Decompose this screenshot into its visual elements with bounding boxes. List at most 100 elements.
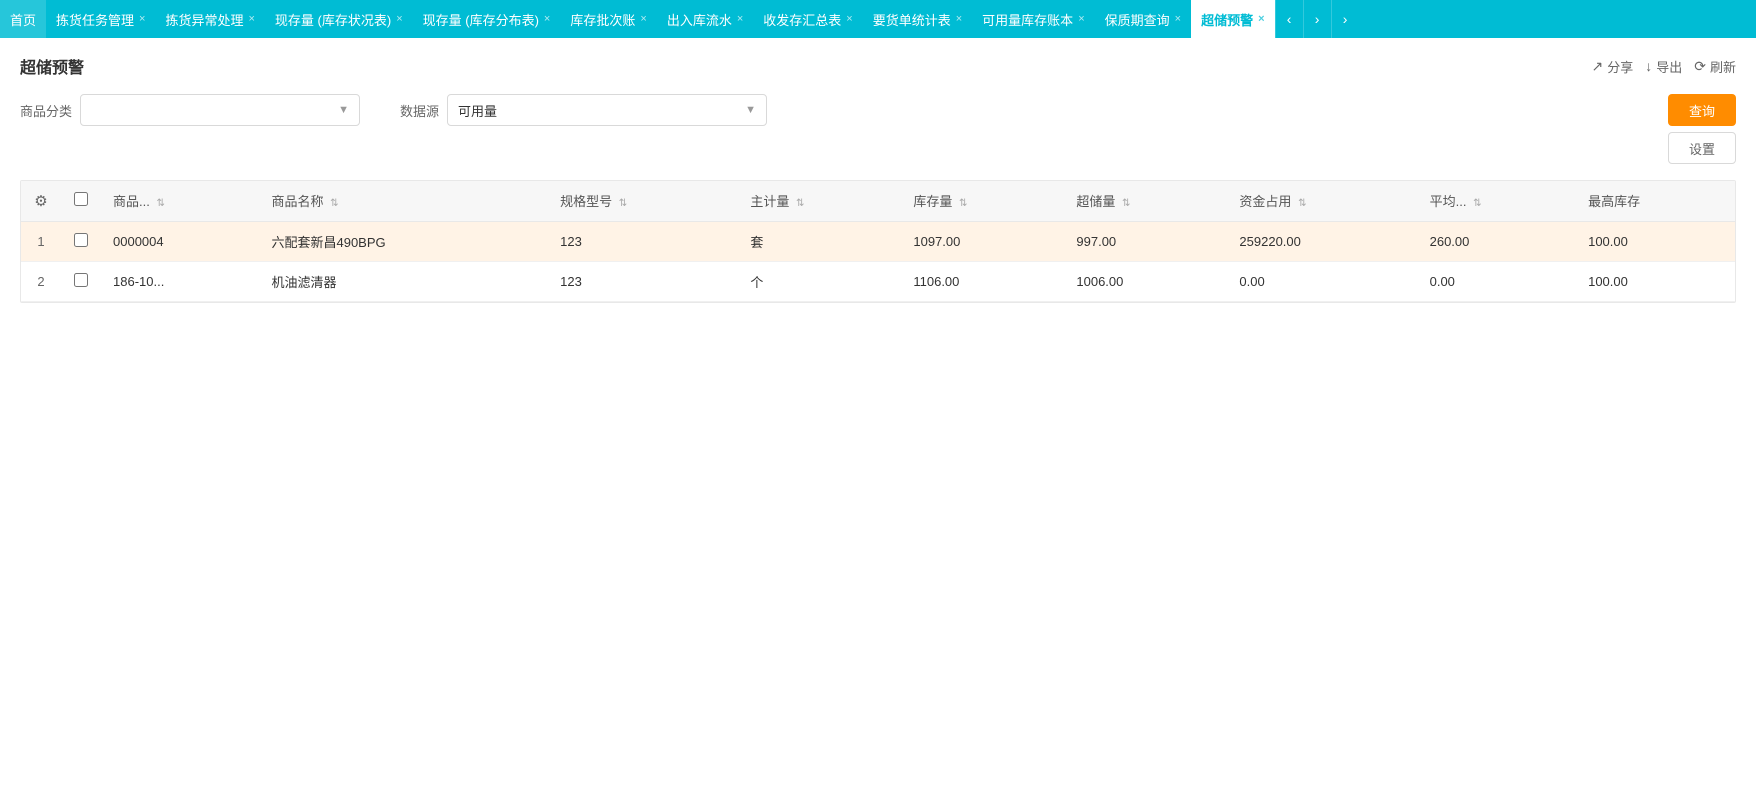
row-checkbox-cell-0 (61, 221, 101, 261)
row-num-0: 1 (21, 221, 61, 261)
row-product-name-1: 机油滤清器 (259, 261, 548, 301)
col-product-code[interactable]: 商品... ⇅ (101, 181, 259, 221)
nav-home[interactable]: 首页 (0, 0, 46, 38)
nav-summary[interactable]: 收发存汇总表 × (753, 0, 862, 38)
row-avg-1: 0.00 (1418, 261, 1576, 301)
nav-stock-status-close[interactable]: × (396, 13, 402, 25)
nav-overstock[interactable]: 超储预警 × (1191, 0, 1274, 38)
nav-summary-close[interactable]: × (846, 13, 852, 25)
row-overstock-1: 1006.00 (1064, 261, 1227, 301)
page-content: 超储预警 ↗ 分享 ↓ 导出 ⟳ 刷新 商品分类 (0, 38, 1756, 800)
row-max-stock-1: 100.00 (1576, 261, 1735, 301)
col-stock[interactable]: 库存量 ⇅ (901, 181, 1064, 221)
nav-order-stats-close[interactable]: × (956, 13, 962, 25)
col-unit[interactable]: 主计量 ⇅ (738, 181, 901, 221)
header-actions: ↗ 分享 ↓ 导出 ⟳ 刷新 (1591, 57, 1736, 76)
nav-overstock-close[interactable]: × (1258, 13, 1264, 25)
nav-stock-status-label: 现存量 (库存状况表) (275, 10, 391, 29)
col-overstock-label: 超储量 (1076, 194, 1115, 209)
row-stock-1: 1106.00 (901, 261, 1064, 301)
nav-home-label: 首页 (10, 10, 36, 29)
nav-stock-dist-close[interactable]: × (544, 13, 550, 25)
settings-gear-icon[interactable]: ⚙ (34, 193, 47, 210)
category-select[interactable]: ▼ (80, 94, 360, 126)
select-all-checkbox[interactable] (74, 192, 88, 206)
nav-arrow-more[interactable]: › (1331, 0, 1359, 38)
refresh-icon: ⟳ (1694, 58, 1706, 75)
row-spec-1: 123 (548, 261, 738, 301)
row-overstock-0: 997.00 (1064, 221, 1227, 261)
export-label: 导出 (1656, 57, 1682, 76)
top-navigation: 首页 拣货任务管理 × 拣货异常处理 × 现存量 (库存状况表) × 现存量 (… (0, 0, 1756, 38)
row-num-1: 2 (21, 261, 61, 301)
col-overstock[interactable]: 超储量 ⇅ (1064, 181, 1227, 221)
nav-exception[interactable]: 拣货异常处理 × (155, 0, 264, 38)
row-product-name-0: 六配套新昌490BPG (259, 221, 548, 261)
nav-available-ledger[interactable]: 可用量库存账本 × (972, 0, 1094, 38)
col-capital[interactable]: 资金占用 ⇅ (1227, 181, 1417, 221)
nav-expiry-label: 保质期查询 (1105, 10, 1170, 29)
row-product-code-0: 0000004 (101, 221, 259, 261)
row-checkbox-0[interactable] (74, 233, 88, 247)
datasource-select[interactable]: 可用量 ▼ (447, 94, 767, 126)
col-avg[interactable]: 平均... ⇅ (1418, 181, 1576, 221)
col-product-code-label: 商品... (113, 194, 150, 209)
datasource-label: 数据源 (400, 101, 439, 120)
nav-order-stats[interactable]: 要货单统计表 × (863, 0, 972, 38)
nav-batch-ledger[interactable]: 库存批次账 × (560, 0, 656, 38)
datasource-value: 可用量 (458, 101, 497, 120)
category-label: 商品分类 (20, 101, 72, 120)
nav-available-ledger-label: 可用量库存账本 (982, 10, 1073, 29)
nav-arrow-right[interactable]: › (1303, 0, 1331, 38)
share-button[interactable]: ↗ 分享 (1591, 57, 1633, 76)
row-product-code-1: 186-10... (101, 261, 259, 301)
datasource-filter: 数据源 可用量 ▼ (400, 94, 767, 126)
col-max-stock-label: 最高库存 (1588, 194, 1640, 209)
refresh-label: 刷新 (1710, 57, 1736, 76)
sort-spec-icon: ⇅ (619, 198, 627, 209)
export-button[interactable]: ↓ 导出 (1645, 57, 1682, 76)
col-spec[interactable]: 规格型号 ⇅ (548, 181, 738, 221)
refresh-button[interactable]: ⟳ 刷新 (1694, 57, 1736, 76)
nav-inout-flow[interactable]: 出入库流水 × (657, 0, 753, 38)
col-product-name[interactable]: 商品名称 ⇅ (259, 181, 548, 221)
nav-task-mgmt[interactable]: 拣货任务管理 × (46, 0, 155, 38)
export-icon: ↓ (1645, 58, 1652, 74)
nav-summary-label: 收发存汇总表 (763, 10, 841, 29)
table-row: 2 186-10... 机油滤清器 123 个 1106.00 1006.00 … (21, 261, 1735, 301)
nav-batch-ledger-close[interactable]: × (640, 13, 646, 25)
nav-task-mgmt-label: 拣货任务管理 (56, 10, 134, 29)
nav-expiry[interactable]: 保质期查询 × (1095, 0, 1191, 38)
col-gear: ⚙ (21, 181, 61, 221)
col-checkbox-header (61, 181, 101, 221)
col-capital-label: 资金占用 (1239, 194, 1291, 209)
settings-button[interactable]: 设置 (1668, 132, 1736, 164)
sort-unit-icon: ⇅ (796, 198, 804, 209)
nav-available-ledger-close[interactable]: × (1078, 13, 1084, 25)
row-unit-1: 个 (738, 261, 901, 301)
category-chevron-icon: ▼ (338, 104, 349, 116)
nav-expiry-close[interactable]: × (1175, 13, 1181, 25)
col-product-name-label: 商品名称 (271, 194, 323, 209)
row-max-stock-0: 100.00 (1576, 221, 1735, 261)
sort-capital-icon: ⇅ (1298, 198, 1306, 209)
nav-stock-status[interactable]: 现存量 (库存状况表) × (265, 0, 413, 38)
col-spec-label: 规格型号 (560, 194, 612, 209)
nav-stock-dist[interactable]: 现存量 (库存分布表) × (413, 0, 561, 38)
query-button[interactable]: 查询 (1668, 94, 1736, 126)
filter-buttons: 查询 设置 (1668, 94, 1736, 164)
row-checkbox-1[interactable] (74, 273, 88, 287)
sort-stock-icon: ⇅ (959, 198, 967, 209)
nav-exception-close[interactable]: × (248, 13, 254, 25)
col-max-stock[interactable]: 最高库存 (1576, 181, 1735, 221)
data-table: ⚙ 商品... ⇅ 商品名称 ⇅ 规格型号 ⇅ (20, 180, 1736, 303)
nav-inout-flow-close[interactable]: × (737, 13, 743, 25)
col-unit-label: 主计量 (750, 194, 789, 209)
nav-task-mgmt-close[interactable]: × (139, 13, 145, 25)
nav-arrow-left[interactable]: ‹ (1275, 0, 1303, 38)
row-capital-0: 259220.00 (1227, 221, 1417, 261)
table-row: 1 0000004 六配套新昌490BPG 123 套 1097.00 997.… (21, 221, 1735, 261)
sort-overstock-icon: ⇅ (1122, 198, 1130, 209)
category-filter: 商品分类 ▼ (20, 94, 360, 126)
page-header: 超储预警 ↗ 分享 ↓ 导出 ⟳ 刷新 (20, 54, 1736, 78)
